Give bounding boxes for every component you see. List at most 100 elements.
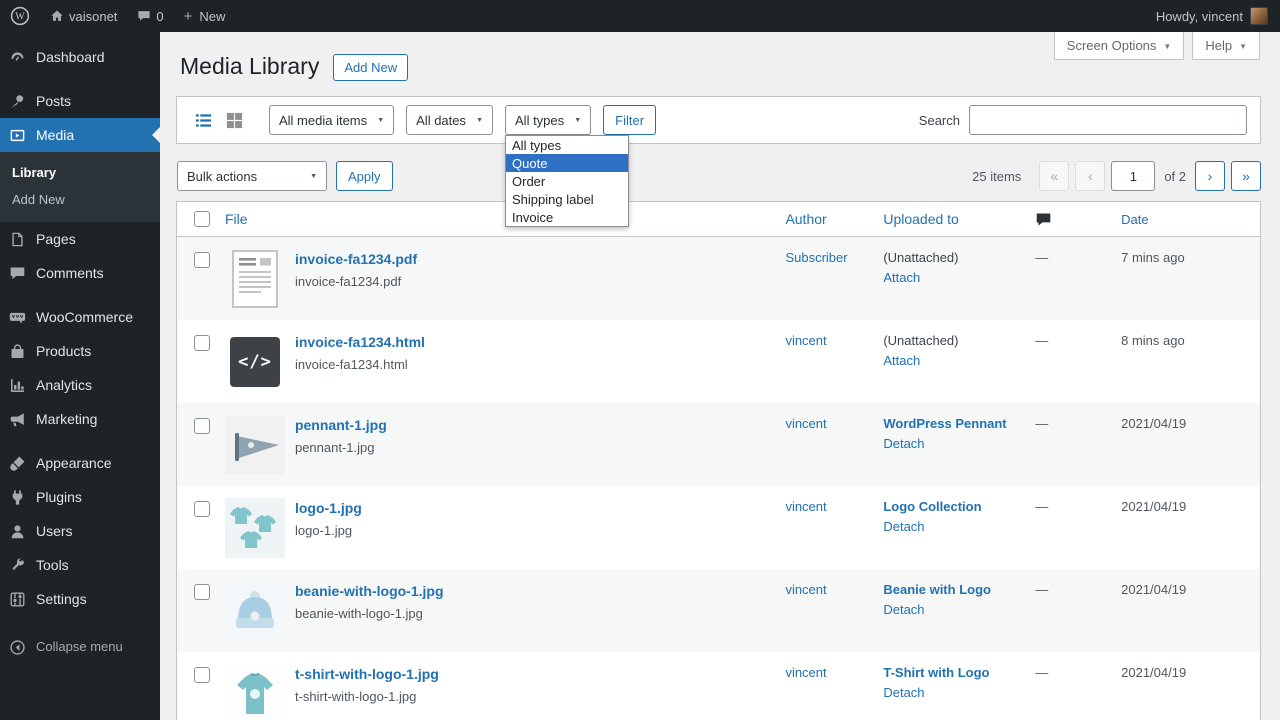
author-link[interactable]: vincent <box>785 665 826 680</box>
list-view-button[interactable] <box>190 107 216 133</box>
detach-link[interactable]: Detach <box>883 436 1035 451</box>
current-page-input[interactable] <box>1111 161 1156 191</box>
screen-options-label: Screen Options <box>1066 38 1157 53</box>
sidebar-item-plugins[interactable]: Plugins <box>0 480 160 514</box>
attach-link[interactable]: Attach <box>883 270 1035 285</box>
row-checkbox[interactable] <box>194 584 210 600</box>
sidebar-item-settings[interactable]: Settings <box>0 582 160 616</box>
screen-options-button[interactable]: Screen Options <box>1053 32 1185 60</box>
author-link[interactable]: vincent <box>785 416 826 431</box>
wordpress-logo-icon[interactable]: W <box>0 0 40 32</box>
code-file-icon[interactable]: </> <box>225 332 285 392</box>
table-navigation: Bulk actions Apply 25 items « ‹ of 2 › » <box>177 161 1261 191</box>
code-glyph: </> <box>229 337 280 387</box>
detach-link[interactable]: Detach <box>883 602 1035 617</box>
sidebar-item-label: Media <box>36 127 75 143</box>
howdy-account-menu[interactable]: Howdy, vincent <box>1156 9 1243 24</box>
menu-separator <box>0 436 160 446</box>
table-row: logo-1.jpg logo-1.jpg vincent Logo Colle… <box>177 486 1260 569</box>
column-header-file[interactable]: File <box>225 211 248 227</box>
sidebar-item-posts[interactable]: Posts <box>0 84 160 118</box>
column-header-uploaded-to[interactable]: Uploaded to <box>883 211 959 227</box>
uploaded-to-link[interactable]: Beanie with Logo <box>883 582 1035 597</box>
dropdown-option-all-types[interactable]: All types <box>506 136 628 154</box>
uploaded-to-link[interactable]: WordPress Pennant <box>883 416 1035 431</box>
comments-value: — <box>1035 665 1049 680</box>
pennant-thumbnail[interactable] <box>224 415 285 475</box>
author-link[interactable]: vincent <box>785 582 826 597</box>
add-new-media-button[interactable]: Add New <box>333 54 409 81</box>
comments-menu[interactable]: 0 <box>127 0 173 32</box>
media-items-filter-select[interactable]: All media items <box>269 105 395 135</box>
help-button[interactable]: Help <box>1192 32 1260 60</box>
column-header-author[interactable]: Author <box>785 211 826 227</box>
avatar <box>1250 7 1268 25</box>
media-title-link[interactable]: beanie-with-logo-1.jpg <box>295 583 444 599</box>
type-filter-select[interactable]: All types <box>505 105 592 135</box>
sidebar-item-woocommerce[interactable]: WooCommerce <box>0 300 160 334</box>
row-checkbox[interactable] <box>194 418 210 434</box>
sidebar-item-dashboard[interactable]: Dashboard <box>0 40 160 74</box>
media-filename: invoice-fa1234.pdf <box>294 274 402 289</box>
last-page-button[interactable]: » <box>1231 161 1261 191</box>
new-content-menu[interactable]: New <box>174 0 236 32</box>
sidebar-item-products[interactable]: Products <box>0 334 160 368</box>
sidebar-item-pages[interactable]: Pages <box>0 222 160 256</box>
site-menu[interactable]: vaisonet <box>40 0 127 32</box>
bulk-actions-select[interactable]: Bulk actions <box>177 161 327 191</box>
sidebar-item-comments[interactable]: Comments <box>0 256 160 290</box>
row-checkbox[interactable] <box>194 335 210 351</box>
megaphone-icon <box>8 410 27 428</box>
logo-thumbnail[interactable] <box>224 498 285 558</box>
pagination: 25 items « ‹ of 2 › » <box>972 161 1261 191</box>
sidebar-item-label: Tools <box>36 557 69 573</box>
sidebar-item-users[interactable]: Users <box>0 514 160 548</box>
media-title-link[interactable]: invoice-fa1234.pdf <box>295 251 417 267</box>
row-checkbox[interactable] <box>194 501 210 517</box>
attach-link[interactable]: Attach <box>883 353 1035 368</box>
collapse-menu-button[interactable]: Collapse menu <box>0 630 160 664</box>
items-count: 25 items <box>972 168 1022 184</box>
author-link[interactable]: Subscriber <box>785 250 847 265</box>
grid-view-button[interactable] <box>221 107 247 133</box>
date-filter-select[interactable]: All dates <box>406 105 494 135</box>
filter-button[interactable]: Filter <box>603 105 657 135</box>
media-title-link[interactable]: invoice-fa1234.html <box>295 334 425 350</box>
detach-link[interactable]: Detach <box>883 519 1035 534</box>
dropdown-option-order[interactable]: Order <box>506 172 628 190</box>
admin-bar: W vaisonet 0 New Howdy, vincent <box>0 0 1280 32</box>
user-icon <box>8 522 27 540</box>
table-row: pennant-1.jpg pennant-1.jpg vincent Word… <box>177 403 1260 486</box>
media-title-link[interactable]: logo-1.jpg <box>295 500 362 516</box>
uploaded-to-link[interactable]: T-Shirt with Logo <box>883 665 1035 680</box>
dropdown-option-shipping-label[interactable]: Shipping label <box>506 190 628 208</box>
uploaded-to-link[interactable]: Logo Collection <box>883 499 1035 514</box>
sidebar-item-analytics[interactable]: Analytics <box>0 368 160 402</box>
beanie-thumbnail[interactable] <box>224 581 285 641</box>
detach-link[interactable]: Detach <box>883 685 1035 700</box>
table-row: beanie-with-logo-1.jpg beanie-with-logo-… <box>177 569 1260 652</box>
row-checkbox[interactable] <box>194 667 210 683</box>
search-input[interactable] <box>969 105 1247 135</box>
apply-button[interactable]: Apply <box>336 161 393 191</box>
sidebar-item-appearance[interactable]: Appearance <box>0 446 160 480</box>
row-checkbox[interactable] <box>194 252 210 268</box>
admin-sidebar: Dashboard Posts Media Library Add New Pa… <box>0 32 160 720</box>
dropdown-option-quote[interactable]: Quote <box>506 154 629 172</box>
author-link[interactable]: vincent <box>785 333 826 348</box>
author-link[interactable]: vincent <box>785 499 826 514</box>
sidebar-item-tools[interactable]: Tools <box>0 548 160 582</box>
sidebar-item-media[interactable]: Media <box>0 118 160 152</box>
column-header-date[interactable]: Date <box>1121 212 1148 227</box>
dropdown-option-invoice[interactable]: Invoice <box>506 208 628 226</box>
media-title-link[interactable]: t-shirt-with-logo-1.jpg <box>295 666 439 682</box>
media-title-link[interactable]: pennant-1.jpg <box>295 417 387 433</box>
select-all-checkbox[interactable] <box>194 211 210 227</box>
sidebar-item-marketing[interactable]: Marketing <box>0 402 160 436</box>
settings-sliders-icon <box>8 590 27 608</box>
next-page-button[interactable]: › <box>1195 161 1225 191</box>
sidebar-subitem-add-new[interactable]: Add New <box>0 186 160 213</box>
pdf-document-icon[interactable] <box>225 249 285 309</box>
tshirt-thumbnail[interactable] <box>224 664 285 720</box>
sidebar-subitem-library[interactable]: Library <box>0 159 160 186</box>
